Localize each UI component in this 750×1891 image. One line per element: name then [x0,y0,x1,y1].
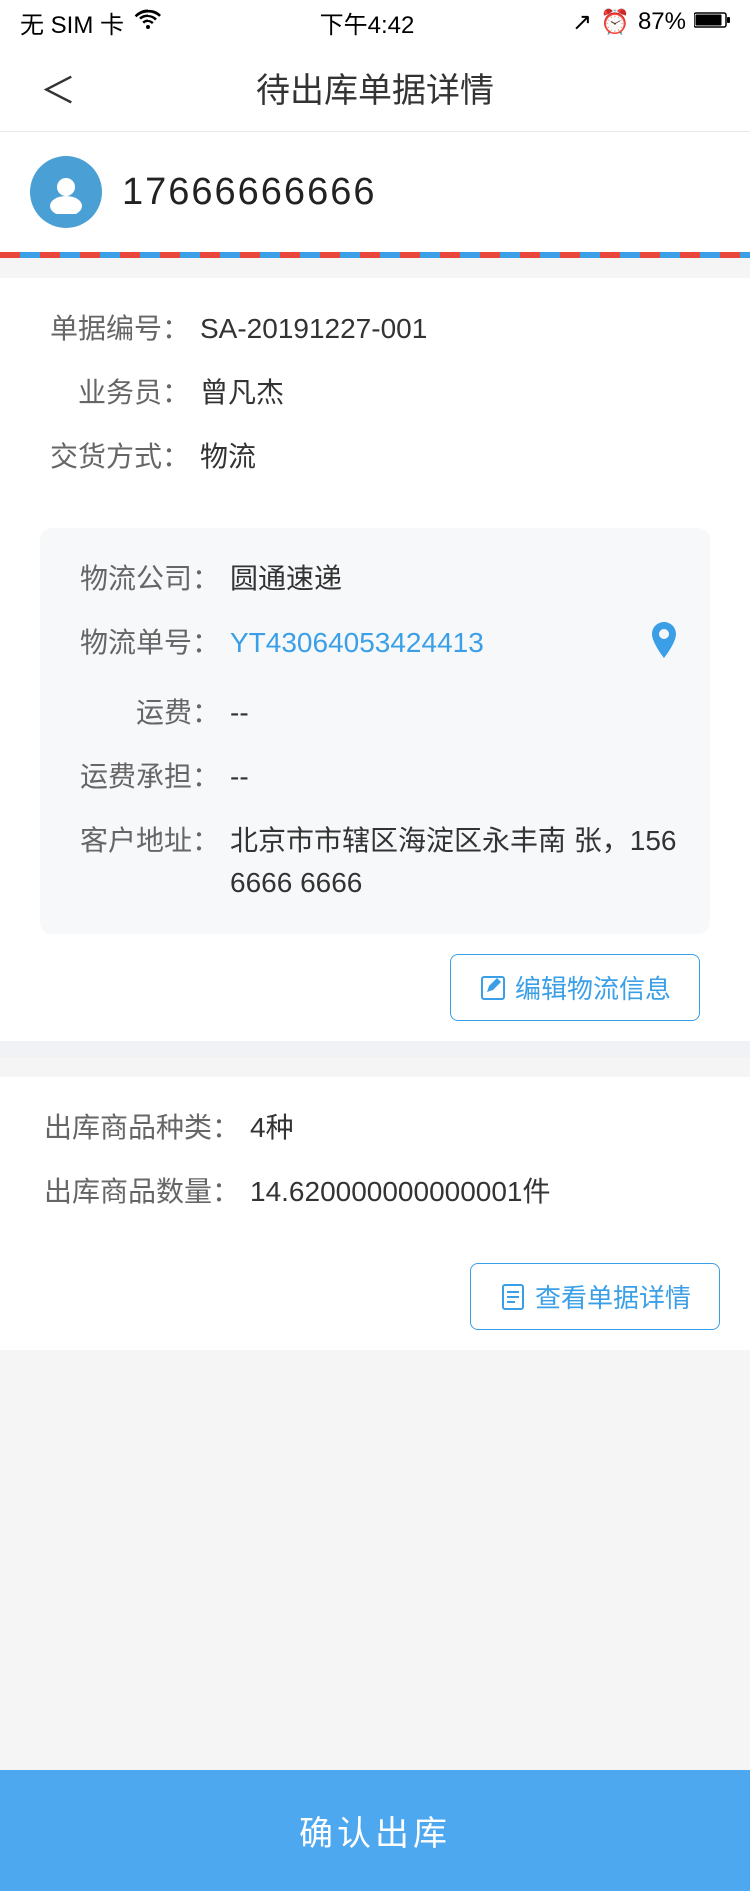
freight-bearer-label: 运费承担： [70,756,220,798]
freight-label: 运费： [70,692,220,734]
user-avatar [30,156,102,228]
dashed-separator [0,252,750,258]
product-types-label: 出库商品种类： [40,1107,240,1149]
alarm-icon: ⏰ [600,8,630,37]
product-quantity-label: 出库商品数量： [40,1171,240,1213]
salesperson-row: 业务员： 曾凡杰 [40,372,710,414]
doc-number-row: 单据编号： SA-20191227-001 [40,308,710,350]
section-divider [0,1041,750,1057]
wifi-icon [134,8,162,36]
salesperson-value: 曾凡杰 [190,372,710,414]
edit-logistics-label: 编辑物流信息 [515,969,671,1006]
page-title: 待出库单据详情 [256,63,494,112]
delivery-method-value: 物流 [190,436,710,478]
view-detail-button[interactable]: 查看单据详情 [470,1263,720,1330]
user-header: 17666666666 [0,132,750,252]
user-phone: 17666666666 [122,171,376,214]
delivery-method-label: 交货方式： [40,436,190,478]
status-left: 无 SIM 卡 [20,5,162,40]
delivery-method-row: 交货方式： 物流 [40,436,710,478]
doc-number-value: SA-20191227-001 [190,308,710,350]
outbound-stats-section: 出库商品种类： 4种 出库商品数量： 14.620000000000001件 [0,1077,750,1243]
logistics-company-row: 物流公司： 圆通速递 [70,558,680,600]
confirm-outbound-label: 确认出库 [299,1815,451,1853]
product-types-row: 出库商品种类： 4种 [40,1107,710,1149]
logistics-number-label: 物流单号： [70,622,220,664]
battery-icon [694,8,730,36]
freight-row: 运费： -- [70,692,680,734]
freight-bearer-value: -- [220,756,680,798]
freight-value: -- [220,692,680,734]
product-types-value: 4种 [240,1107,710,1149]
location-pin-icon[interactable] [648,622,680,670]
logistics-number-row: 物流单号： YT43064053424413 [70,622,680,670]
doc-number-label: 单据编号： [40,308,190,350]
salesperson-label: 业务员： [40,372,190,414]
status-right: ↗ ⏰ 87% [572,8,730,37]
back-button[interactable]: ＜ [30,52,86,124]
status-time: 下午4:42 [320,5,415,40]
logistics-company-label: 物流公司： [70,558,220,600]
sim-signal: 无 SIM 卡 [20,5,124,40]
logistics-card: 物流公司： 圆通速递 物流单号： YT43064053424413 运费： -- [40,528,710,934]
edit-logistics-area: 编辑物流信息 [20,934,730,1041]
view-detail-label: 查看单据详情 [535,1278,691,1315]
nav-bar: ＜ 待出库单据详情 [0,44,750,132]
edit-icon [479,974,507,1002]
status-bar: 无 SIM 卡 下午4:42 ↗ ⏰ 87% [0,0,750,44]
customer-address-value: 北京市市辖区海淀区永丰南 张，156 6666 6666 [220,820,680,904]
product-quantity-value: 14.620000000000001件 [240,1171,710,1213]
customer-address-label: 客户地址： [70,820,220,862]
document-icon [499,1283,527,1311]
location-active-icon: ↗ [572,8,592,37]
edit-logistics-button[interactable]: 编辑物流信息 [450,954,700,1021]
freight-bearer-row: 运费承担： -- [70,756,680,798]
battery-level: 87% [638,8,686,36]
confirm-outbound-button[interactable]: 确认出库 [0,1770,750,1891]
document-info-section: 单据编号： SA-20191227-001 业务员： 曾凡杰 交货方式： 物流 [0,278,750,508]
empty-space [0,1350,750,1650]
logistics-number-value: YT43064053424413 [220,622,638,664]
product-quantity-row: 出库商品数量： 14.620000000000001件 [40,1171,710,1213]
logistics-company-value: 圆通速递 [220,558,680,600]
customer-address-row: 客户地址： 北京市市辖区海淀区永丰南 张，156 6666 6666 [70,820,680,904]
